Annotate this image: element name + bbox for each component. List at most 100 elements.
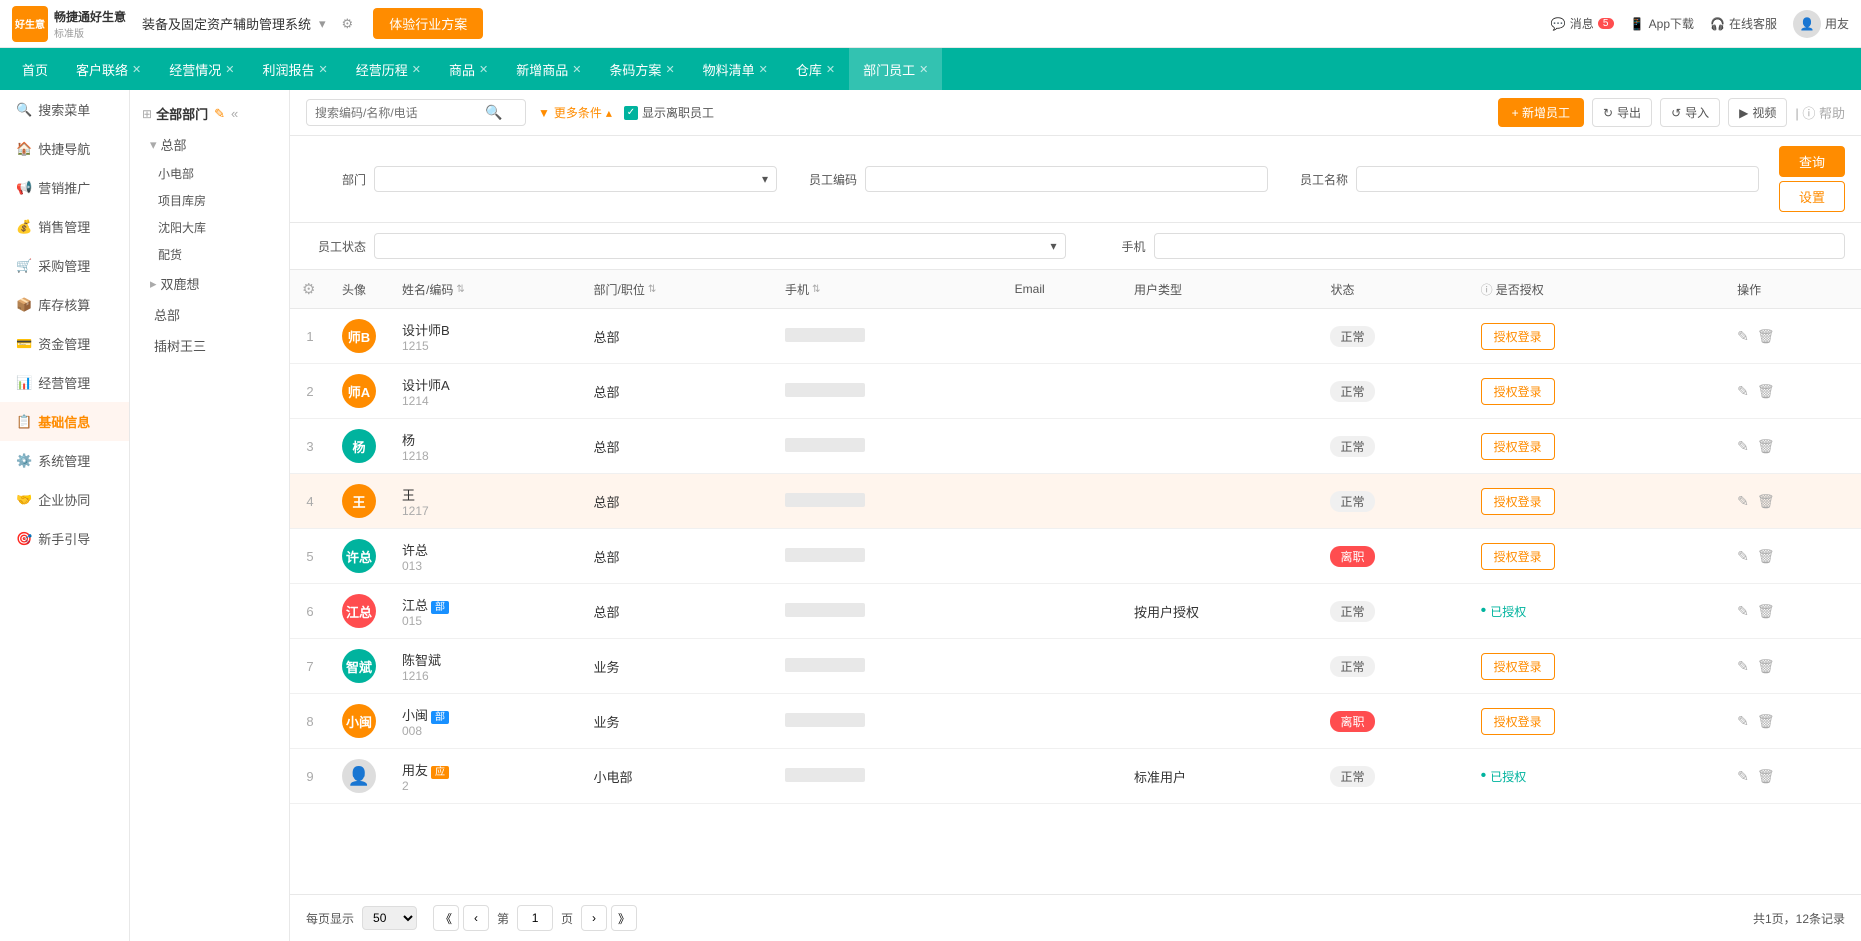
online-service-btn[interactable]: 🎧 在线客服 <box>1710 15 1777 32</box>
search-input[interactable] <box>315 106 485 120</box>
delete-icon[interactable]: 🗑 <box>1757 713 1775 730</box>
auth-login-btn[interactable]: 授权登录 <box>1481 653 1555 680</box>
th-gear[interactable]: ⚙ <box>290 270 330 309</box>
search-input-wrap[interactable]: 🔍 <box>306 99 526 126</box>
dept-node-zongbu-parent[interactable]: ▾ 总部 <box>130 129 289 160</box>
sidebar-item-guide[interactable]: 🎯 新手引导 <box>0 519 129 558</box>
next-page-btn[interactable]: › <box>581 905 607 931</box>
operation-icons: ✎ 🗑 <box>1737 768 1849 785</box>
nav-profit[interactable]: 利润报告 ✕ <box>248 48 341 90</box>
edit-icon[interactable]: ✎ <box>1737 383 1749 400</box>
search-submit-icon[interactable]: 🔍 <box>485 104 502 121</box>
sidebar-item-inventory[interactable]: 📦 库存核算 <box>0 285 129 324</box>
show-resigned-toggle[interactable]: ✓ 显示离职员工 <box>624 104 714 121</box>
col-usertype <box>1122 639 1319 694</box>
dept-collapse-icon[interactable]: « <box>231 106 238 122</box>
emp-status-select[interactable]: ▾ <box>374 233 1066 259</box>
nav-department[interactable]: 部门员工 ✕ <box>849 48 942 90</box>
th-spacer <box>1685 270 1725 309</box>
dept-node-chushu[interactable]: 插树王三 <box>130 330 289 361</box>
sidebar-item-marketing[interactable]: 📢 营销推广 <box>0 168 129 207</box>
message-btn[interactable]: 💬 消息 5 <box>1551 15 1614 32</box>
th-name[interactable]: 姓名/编码⇅ <box>390 270 582 309</box>
delete-icon[interactable]: 🗑 <box>1757 493 1775 510</box>
page-number-input[interactable] <box>517 905 553 931</box>
phone-input[interactable] <box>1154 233 1846 259</box>
more-filter-btn[interactable]: ▼ 更多条件 ▴ <box>538 104 612 121</box>
nav-add-goods[interactable]: 新增商品 ✕ <box>502 48 595 90</box>
sidebar-item-collab[interactable]: 🤝 企业协同 <box>0 480 129 519</box>
edit-icon[interactable]: ✎ <box>1737 493 1749 510</box>
col-phone <box>773 309 1003 364</box>
auth-login-btn[interactable]: 授权登录 <box>1481 488 1555 515</box>
th-dept[interactable]: 部门/职位⇅ <box>582 270 774 309</box>
delete-icon[interactable]: 🗑 <box>1757 658 1775 675</box>
trial-button[interactable]: 体验行业方案 <box>373 8 483 39</box>
sidebar-item-sales[interactable]: 💰 销售管理 <box>0 207 129 246</box>
employee-table-wrap: ⚙ 头像 姓名/编码⇅ 部门/职位⇅ 手机⇅ Email <box>290 270 1861 894</box>
edit-icon[interactable]: ✎ <box>1737 548 1749 565</box>
app-download-btn[interactable]: 📱 App下载 <box>1630 15 1694 32</box>
dept-select[interactable]: ▾ <box>374 166 777 192</box>
set-button[interactable]: 设置 <box>1779 181 1845 212</box>
sidebar-item-system[interactable]: ⚙️ 系统管理 <box>0 441 129 480</box>
all-dept-label[interactable]: 全部部门 <box>156 104 208 123</box>
dept-node-zongbu2[interactable]: 总部 <box>130 299 289 330</box>
edit-icon[interactable]: ✎ <box>1737 768 1749 785</box>
page-size-select[interactable]: 50 20 100 <box>362 906 417 930</box>
auth-login-btn[interactable]: 授权登录 <box>1481 433 1555 460</box>
delete-icon[interactable]: 🗑 <box>1757 768 1775 785</box>
edit-icon[interactable]: ✎ <box>1737 658 1749 675</box>
delete-icon[interactable]: 🗑 <box>1757 328 1775 345</box>
delete-icon[interactable]: 🗑 <box>1757 383 1775 400</box>
auth-login-btn[interactable]: 授权登录 <box>1481 378 1555 405</box>
delete-icon[interactable]: 🗑 <box>1757 438 1775 455</box>
nav-barcode[interactable]: 条码方案 ✕ <box>595 48 688 90</box>
dept-child-shenyang[interactable]: 沈阳大库 <box>130 214 289 241</box>
last-page-btn[interactable]: 》 <box>611 905 637 931</box>
delete-icon[interactable]: 🗑 <box>1757 548 1775 565</box>
first-page-btn[interactable]: 《 <box>433 905 459 931</box>
dept-child-project[interactable]: 项目库房 <box>130 187 289 214</box>
emp-name-input[interactable] <box>1356 166 1759 192</box>
delete-icon[interactable]: 🗑 <box>1757 603 1775 620</box>
nav-customer[interactable]: 客户联络 ✕ <box>62 48 155 90</box>
query-button[interactable]: 查询 <box>1779 146 1845 177</box>
edit-icon[interactable]: ✎ <box>1737 603 1749 620</box>
auth-login-btn[interactable]: 授权登录 <box>1481 543 1555 570</box>
emp-code-input[interactable] <box>865 166 1268 192</box>
edit-icon[interactable]: ✎ <box>1737 713 1749 730</box>
system-dropdown-arrow[interactable]: ▾ <box>319 16 326 32</box>
nav-warehouse[interactable]: 仓库 ✕ <box>782 48 849 90</box>
view-button[interactable]: ▶ 视频 <box>1728 98 1787 127</box>
auth-login-btn[interactable]: 授权登录 <box>1481 323 1555 350</box>
dept-node-shuanglu[interactable]: ▸ 双鹿想 <box>130 268 289 299</box>
sidebar-item-purchase[interactable]: 🛒 采购管理 <box>0 246 129 285</box>
edit-icon[interactable]: ✎ <box>1737 328 1749 345</box>
nav-home[interactable]: 首页 <box>8 48 62 90</box>
sidebar-item-basic[interactable]: 📋 基础信息 <box>0 402 129 441</box>
nav-history[interactable]: 经营历程 ✕ <box>342 48 435 90</box>
prev-page-btn[interactable]: ‹ <box>463 905 489 931</box>
nav-operation[interactable]: 经营情况 ✕ <box>155 48 248 90</box>
sidebar-item-finance[interactable]: 💳 资金管理 <box>0 324 129 363</box>
user-menu[interactable]: 👤 用友 <box>1793 10 1849 38</box>
dept-child-xiaodian[interactable]: 小电部 <box>130 160 289 187</box>
help-icon[interactable]: | ⓘ 帮助 <box>1795 103 1845 122</box>
export-button[interactable]: ↻ 导出 <box>1592 98 1652 127</box>
settings-icon[interactable]: ⚙ <box>342 16 354 32</box>
th-phone[interactable]: 手机⇅ <box>773 270 1003 309</box>
show-resigned-checkbox[interactable]: ✓ <box>624 106 638 120</box>
edit-icon[interactable]: ✎ <box>1737 438 1749 455</box>
sidebar-item-search[interactable]: 🔍 搜索菜单 <box>0 90 129 129</box>
sidebar-item-management[interactable]: 📊 经营管理 <box>0 363 129 402</box>
sidebar-item-nav[interactable]: 🏠 快捷导航 <box>0 129 129 168</box>
dept-edit-icon[interactable]: ✎ <box>214 106 225 122</box>
add-employee-button[interactable]: + 新增员工 <box>1498 98 1584 127</box>
auth-login-btn[interactable]: 授权登录 <box>1481 708 1555 735</box>
purchase-icon: 🛒 <box>16 258 32 274</box>
nav-goods[interactable]: 商品 ✕ <box>435 48 502 90</box>
dept-child-peihuo[interactable]: 配货 <box>130 241 289 268</box>
import-button[interactable]: ↺ 导入 <box>1660 98 1720 127</box>
nav-bom[interactable]: 物料清单 ✕ <box>689 48 782 90</box>
